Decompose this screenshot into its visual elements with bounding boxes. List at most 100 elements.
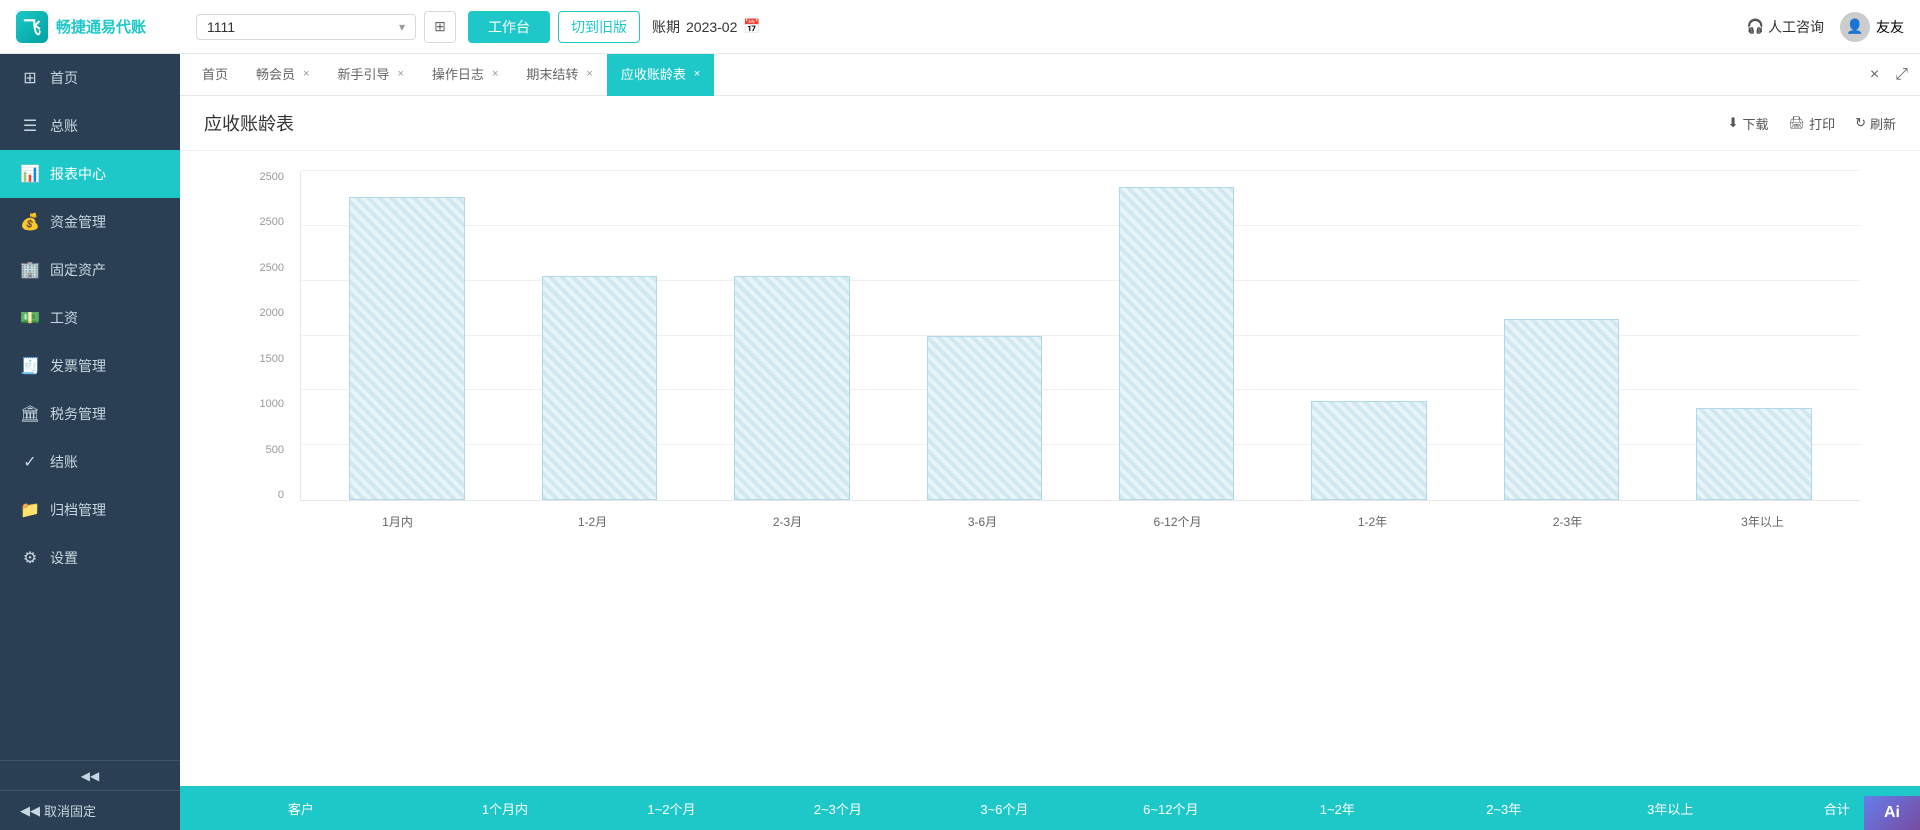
ai-label: Ai [1884,804,1900,821]
sidebar-item-checkout[interactable]: ✓ 结账 [0,438,180,486]
tabs-bar: 首页 畅会员 × 新手引导 × 操作日志 × 期末结转 × 应收账龄表 × [180,54,1920,96]
y-label-2500a: 2500 [250,262,290,274]
sidebar-item-tax[interactable]: 🏛 税务管理 [0,390,180,438]
chart-wrapper: 0 500 1000 1500 2000 2500 2500 2500 [200,171,1880,541]
bar-group-6-12month [1081,171,1273,500]
tab-ar-aging-label: 应收账龄表 [621,64,686,83]
y-label-2000: 2000 [250,307,290,319]
sidebar-item-settings[interactable]: ⚙ 设置 [0,534,180,582]
bar-2-3month [734,276,849,500]
sidebar-item-label: 资金管理 [50,212,106,232]
invoice-icon: 🧾 [20,356,40,376]
col-3yearplus: 3年以上 [1587,799,1753,818]
sidebar-item-label: 首页 [50,68,78,88]
sidebar-scroll: ⊞ 首页 ☰ 总账 📊 报表中心 💰 资金管理 🏢 固定资产 💵 工资 [0,54,180,760]
workbench-button[interactable]: 工作台 [468,11,550,43]
print-button[interactable]: 🖨 打印 [1789,114,1836,133]
sidebar-item-funds[interactable]: 💰 资金管理 [0,198,180,246]
x-label-1-2year: 1-2年 [1275,513,1470,530]
x-label-1-2month: 1-2月 [495,513,690,530]
table-header: 客户 1个月内 1~2个月 2~3个月 3~6个月 6~12个月 1~2年 2~… [180,786,1920,830]
y-label-1000: 1000 [250,398,290,410]
col-3-6month: 3~6个月 [921,799,1087,818]
tab-log-close[interactable]: × [492,68,498,80]
tax-icon: 🏛 [20,404,40,424]
tab-ar-aging-close[interactable]: × [694,68,700,80]
company-selector[interactable]: 1111 ▾ [196,14,416,40]
sidebar-scroll-down[interactable]: ◀◀ [0,760,180,790]
funds-icon: 💰 [20,212,40,232]
tab-period-close[interactable]: × [586,68,592,80]
tab-guide[interactable]: 新手引导 × [323,54,417,96]
refresh-icon: ↻ [1855,115,1866,131]
x-label-3yearplus: 3年以上 [1665,513,1860,530]
sidebar-item-fixed-assets[interactable]: 🏢 固定资产 [0,246,180,294]
ledger-icon: ☰ [20,116,40,136]
bar-1month [349,197,464,500]
bar-group-3yearplus [1658,171,1850,500]
page-header: 应收账龄表 ⬇ 下载 🖨 打印 ↻ 刷新 [180,96,1920,151]
header: 飞 畅捷通易代账 1111 ▾ ⊞ 工作台 切到旧版 账期 2023-02 📅 … [0,0,1920,54]
tab-home[interactable]: 首页 [188,54,242,96]
scroll-down-icon: ◀◀ [81,769,99,783]
chart-bars-container [301,171,1860,500]
ai-badge[interactable]: Ai [1864,796,1920,830]
user-area[interactable]: 👤 友友 [1840,12,1904,42]
copy-icon: ⊞ [434,18,446,35]
tab-guide-close[interactable]: × [397,68,403,80]
calendar-icon[interactable]: 📅 [743,18,760,35]
tab-member-close[interactable]: × [303,68,309,80]
x-label-3-6month: 3-6月 [885,513,1080,530]
period-value: 2023-02 [686,19,737,35]
refresh-button[interactable]: ↻ 刷新 [1855,114,1896,133]
page-actions: ⬇ 下载 🖨 打印 ↻ 刷新 [1728,114,1896,133]
salary-icon: 💵 [20,308,40,328]
y-label-1500: 1500 [250,353,290,365]
x-label-1month: 1月内 [300,513,495,530]
chevron-down-icon: ▾ [399,20,405,34]
switch-version-button[interactable]: 切到旧版 [558,11,640,43]
consult-label: 人工咨询 [1768,17,1824,37]
tab-member[interactable]: 畅会员 × [242,54,323,96]
consult-button[interactable]: 🎧 人工咨询 [1747,17,1824,37]
sidebar-item-label: 设置 [50,548,78,568]
sidebar-item-invoice[interactable]: 🧾 发票管理 [0,342,180,390]
y-label-2500c: 2500 [250,171,290,183]
sidebar-item-salary[interactable]: 💵 工资 [0,294,180,342]
tab-ar-aging[interactable]: 应收账龄表 × [607,54,714,96]
content-area: 首页 畅会员 × 新手引导 × 操作日志 × 期末结转 × 应收账龄表 × [180,54,1920,830]
tab-expand-button[interactable]: ⤢ [1891,62,1912,88]
col-6-12month: 6~12个月 [1088,799,1254,818]
header-right: 🎧 人工咨询 👤 友友 [1747,12,1904,42]
sidebar-item-archive[interactable]: 📁 归档管理 [0,486,180,534]
refresh-label: 刷新 [1870,114,1896,133]
main-layout: ⊞ 首页 ☰ 总账 📊 报表中心 💰 资金管理 🏢 固定资产 💵 工资 [0,54,1920,830]
sidebar-item-ledger[interactable]: ☰ 总账 [0,102,180,150]
tab-period[interactable]: 期末结转 × [512,54,606,96]
bar-2-3year [1504,319,1619,500]
copy-button[interactable]: ⊞ [424,11,456,43]
bar-group-2-3year [1465,171,1657,500]
bar-group-1-2month [503,171,695,500]
y-label-2500b: 2500 [250,216,290,228]
col-2-3month: 2~3个月 [755,799,921,818]
page-content: 应收账龄表 ⬇ 下载 🖨 打印 ↻ 刷新 [180,96,1920,830]
sidebar-item-reports[interactable]: 📊 报表中心 [0,150,180,198]
sidebar: ⊞ 首页 ☰ 总账 📊 报表中心 💰 资金管理 🏢 固定资产 💵 工资 [0,54,180,830]
reports-icon: 📊 [20,164,40,184]
cancel-fixed-icon: ◀◀ [20,803,40,819]
tab-guide-label: 新手引导 [337,64,389,83]
sidebar-item-label: 归档管理 [50,500,106,520]
sidebar-item-label: 税务管理 [50,404,106,424]
tab-log[interactable]: 操作日志 × [418,54,512,96]
y-label-500: 500 [250,444,290,456]
tab-close-all-button[interactable]: × [1866,62,1883,88]
bar-group-3-6month [888,171,1080,500]
download-button[interactable]: ⬇ 下载 [1728,114,1769,133]
sidebar-item-home[interactable]: ⊞ 首页 [0,54,180,102]
logo-area: 飞 畅捷通易代账 [16,11,196,43]
cancel-fixed-button[interactable]: ◀◀ 取消固定 [0,790,180,830]
bar-1-2month [542,276,657,500]
chart-x-labels: 1月内 1-2月 2-3月 3-6月 6-12个月 1-2年 2-3年 3年以上 [300,501,1860,541]
bar-group-2-3month [696,171,888,500]
